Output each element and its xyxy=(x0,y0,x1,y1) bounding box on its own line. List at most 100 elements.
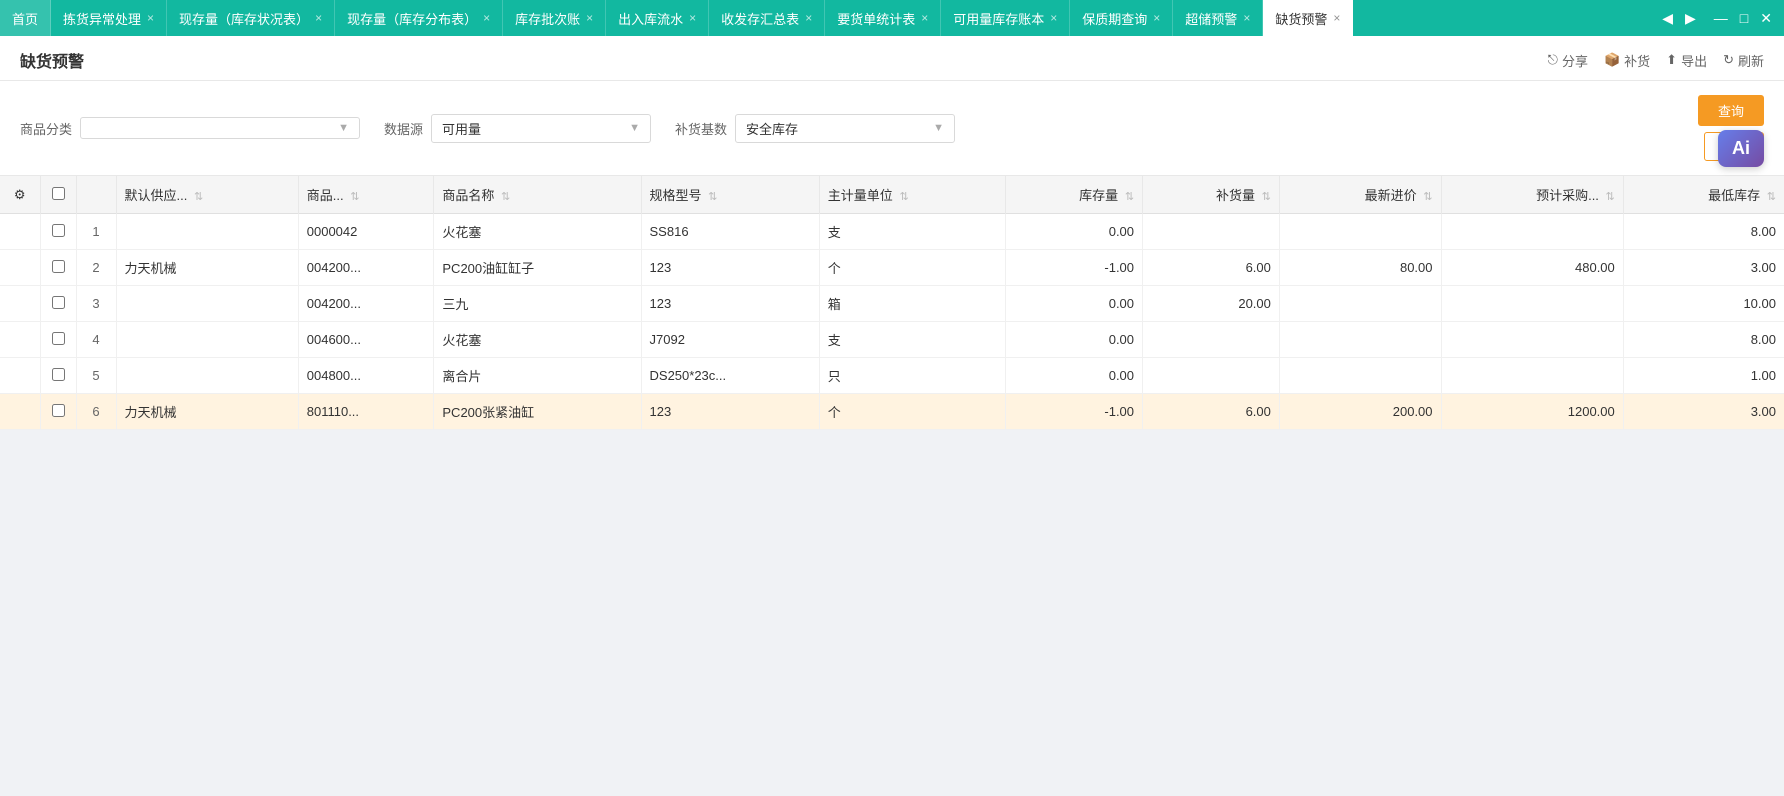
row-checkbox[interactable] xyxy=(52,260,65,273)
row-code: 004600... xyxy=(298,322,434,358)
row-checkbox[interactable] xyxy=(52,332,65,345)
query-button[interactable]: 查询 xyxy=(1698,95,1764,126)
datasource-select[interactable]: 可用量 ▼ xyxy=(431,114,651,143)
tab-close-库存批次账[interactable]: × xyxy=(586,11,593,25)
column-supplier[interactable]: 默认供应... ⇅ xyxy=(116,176,298,214)
row-unit: 只 xyxy=(819,358,1005,394)
tab-next-btn[interactable]: ▶ xyxy=(1679,0,1702,36)
row-latest-price xyxy=(1279,322,1441,358)
replenish-select[interactable]: 安全库存 ▼ xyxy=(735,114,955,143)
window-min-btn[interactable]: — xyxy=(1710,10,1732,26)
row-replenish xyxy=(1143,322,1280,358)
row-checkbox[interactable] xyxy=(52,296,65,309)
window-controls: — □ ✕ xyxy=(1702,0,1784,36)
row-est-purchase xyxy=(1441,358,1623,394)
row-stock: 0.00 xyxy=(1006,286,1143,322)
page-title: 缺货预警 xyxy=(20,48,84,72)
column-latest-price[interactable]: 最新进价 ⇅ xyxy=(1279,176,1441,214)
share-icon: ⎋ xyxy=(1548,52,1558,68)
row-checkbox-cell[interactable] xyxy=(40,286,76,322)
row-number: 5 xyxy=(76,358,116,394)
tab-close-异常处理[interactable]: × xyxy=(147,11,154,25)
select-all-checkbox[interactable] xyxy=(52,187,65,200)
tab-出入库流水[interactable]: 出入库流水 × xyxy=(606,0,709,36)
min-stock-sort-icon: ⇅ xyxy=(1767,191,1776,203)
table-header-row: ⚙ 默认供应... ⇅ 商品... ⇅ 商品名称 xyxy=(0,176,1784,214)
tab-缺货预警[interactable]: 缺货预警 × xyxy=(1263,0,1353,36)
tab-close-要货单统计表[interactable]: × xyxy=(921,11,928,25)
row-latest-price xyxy=(1279,358,1441,394)
row-gear-cell xyxy=(0,394,40,430)
ai-badge[interactable]: Ai xyxy=(1718,130,1764,167)
replenish-chevron-icon: ▼ xyxy=(933,122,944,134)
tab-close-出入库流水[interactable]: × xyxy=(689,11,696,25)
tab-close-超储预警[interactable]: × xyxy=(1243,11,1250,25)
tab-close-可用量库存账本[interactable]: × xyxy=(1050,11,1057,25)
tab-prev-btn[interactable]: ◀ xyxy=(1656,0,1679,36)
row-unit: 个 xyxy=(819,250,1005,286)
row-checkbox[interactable] xyxy=(52,224,65,237)
column-est-purchase[interactable]: 预计采购... ⇅ xyxy=(1441,176,1623,214)
row-supplier xyxy=(116,358,298,394)
tab-close-保质期查询[interactable]: × xyxy=(1153,11,1160,25)
window-close-btn[interactable]: ✕ xyxy=(1756,10,1776,27)
name-sort-icon: ⇅ xyxy=(501,191,510,203)
column-unit[interactable]: 主计量单位 ⇅ xyxy=(819,176,1005,214)
row-checkbox-cell[interactable] xyxy=(40,322,76,358)
tab-库存分布表[interactable]: 现存量（库存分布表） × xyxy=(335,0,503,36)
row-name: 火花塞 xyxy=(434,322,641,358)
tab-收发存汇总表[interactable]: 收发存汇总表 × xyxy=(709,0,825,36)
tab-bar: 首页 拣货异常处理 × 现存量（库存状况表） × 现存量（库存分布表） × 库存… xyxy=(0,0,1784,36)
row-checkbox-cell[interactable] xyxy=(40,394,76,430)
row-number: 4 xyxy=(76,322,116,358)
row-replenish xyxy=(1143,214,1280,250)
row-spec: DS250*23c... xyxy=(641,358,819,394)
row-replenish: 6.00 xyxy=(1143,250,1280,286)
column-stock[interactable]: 库存量 ⇅ xyxy=(1006,176,1143,214)
column-spec[interactable]: 规格型号 ⇅ xyxy=(641,176,819,214)
tab-close-库存分布表[interactable]: × xyxy=(483,11,490,25)
export-button[interactable]: ⬆ 导出 xyxy=(1666,51,1707,70)
table-row: 6 力天机械 801110... PC200张紧油缸 123 个 -1.00 6… xyxy=(0,394,1784,430)
row-replenish: 6.00 xyxy=(1143,394,1280,430)
column-gear[interactable]: ⚙ xyxy=(0,176,40,214)
tab-要货单统计表[interactable]: 要货单统计表 × xyxy=(825,0,941,36)
row-est-purchase: 1200.00 xyxy=(1441,394,1623,430)
row-est-purchase xyxy=(1441,214,1623,250)
tab-home[interactable]: 首页 xyxy=(0,0,51,36)
tab-close-收发存汇总表[interactable]: × xyxy=(805,11,812,25)
row-checkbox[interactable] xyxy=(52,368,65,381)
tab-库存批次账[interactable]: 库存批次账 × xyxy=(503,0,606,36)
tab-close-缺货预警[interactable]: × xyxy=(1333,11,1340,25)
tab-close-库存状况表[interactable]: × xyxy=(315,11,322,25)
row-unit: 支 xyxy=(819,322,1005,358)
refresh-button[interactable]: ↻ 刷新 xyxy=(1723,51,1764,70)
row-checkbox-cell[interactable] xyxy=(40,214,76,250)
export-icon: ⬆ xyxy=(1666,52,1677,68)
row-checkbox-cell[interactable] xyxy=(40,250,76,286)
tab-可用量库存账本[interactable]: 可用量库存账本 × xyxy=(941,0,1070,36)
column-replenish[interactable]: 补货量 ⇅ xyxy=(1143,176,1280,214)
tab-库存状况表[interactable]: 现存量（库存状况表） × xyxy=(167,0,335,36)
column-checkbox xyxy=(40,176,76,214)
row-replenish: 20.00 xyxy=(1143,286,1280,322)
tab-超储预警[interactable]: 超储预警 × xyxy=(1173,0,1263,36)
datasource-label: 数据源 xyxy=(384,119,423,138)
category-select[interactable]: ▼ xyxy=(80,117,360,139)
row-spec: 123 xyxy=(641,394,819,430)
window-max-btn[interactable]: □ xyxy=(1736,10,1752,26)
row-checkbox[interactable] xyxy=(52,404,65,417)
row-spec: 123 xyxy=(641,286,819,322)
column-name[interactable]: 商品名称 ⇅ xyxy=(434,176,641,214)
row-est-purchase: 480.00 xyxy=(1441,250,1623,286)
replenish-button[interactable]: 📦 补货 xyxy=(1604,51,1650,70)
supplier-sort-icon: ⇅ xyxy=(194,191,203,203)
tab-保质期查询[interactable]: 保质期查询 × xyxy=(1070,0,1173,36)
row-checkbox-cell[interactable] xyxy=(40,358,76,394)
row-supplier: 力天机械 xyxy=(116,394,298,430)
column-code[interactable]: 商品... ⇅ xyxy=(298,176,434,214)
tab-异常处理[interactable]: 拣货异常处理 × xyxy=(51,0,167,36)
replenish-icon: 📦 xyxy=(1604,52,1620,68)
share-button[interactable]: ⎋ 分享 xyxy=(1548,51,1588,70)
column-min-stock[interactable]: 最低库存 ⇅ xyxy=(1623,176,1784,214)
